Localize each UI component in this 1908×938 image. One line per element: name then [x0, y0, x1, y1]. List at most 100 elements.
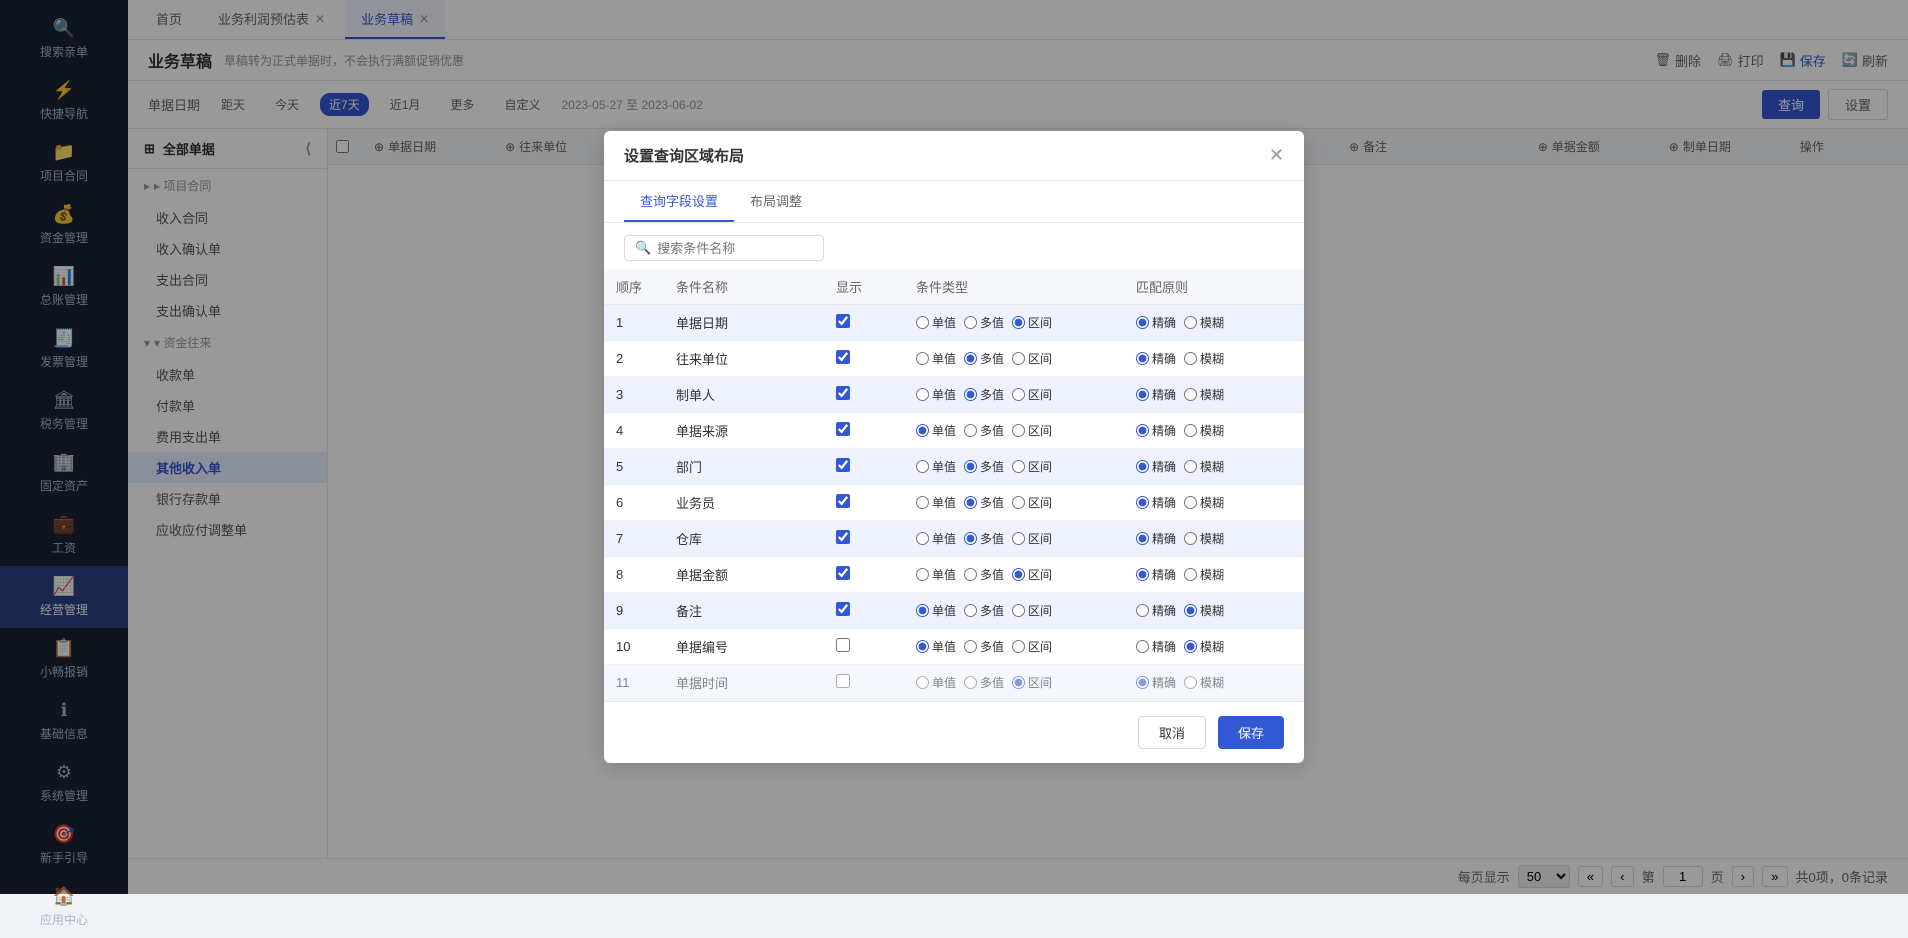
type-range-5[interactable]: 区间: [1012, 458, 1052, 475]
match-exact-3[interactable]: 精确: [1136, 386, 1176, 403]
display-checkbox-7[interactable]: [836, 530, 850, 547]
type-single-3[interactable]: 单值: [916, 386, 956, 403]
row-display-8: [824, 557, 904, 592]
row-display-7: [824, 521, 904, 556]
row-type-3: 单值 多值 区间: [904, 377, 1124, 412]
match-exact-9[interactable]: 精确: [1136, 602, 1176, 619]
display-checkbox-3[interactable]: [836, 386, 850, 403]
type-single-5[interactable]: 单值: [916, 458, 956, 475]
table-row: 4 单据来源 单值 多值 区间 精确 模糊: [604, 413, 1304, 449]
type-range-8[interactable]: 区间: [1012, 566, 1052, 583]
row-match-6: 精确 模糊: [1124, 485, 1304, 520]
type-multi-10[interactable]: 多值: [964, 638, 1004, 655]
row-name-11: 单据时间: [664, 665, 824, 700]
display-checkbox-9[interactable]: [836, 602, 850, 619]
type-single-9[interactable]: 单值: [916, 602, 956, 619]
type-single-10[interactable]: 单值: [916, 638, 956, 655]
dialog-tab-fields[interactable]: 查询字段设置: [624, 181, 734, 222]
match-exact-8[interactable]: 精确: [1136, 566, 1176, 583]
match-fuzzy-1[interactable]: 模糊: [1184, 314, 1224, 331]
type-single-7[interactable]: 单值: [916, 530, 956, 547]
type-range-1[interactable]: 区间: [1012, 314, 1052, 331]
row-display-1: [824, 305, 904, 340]
type-range-7[interactable]: 区间: [1012, 530, 1052, 547]
display-checkbox-2[interactable]: [836, 350, 850, 367]
row-name-8: 单据金额: [664, 557, 824, 592]
type-range-4[interactable]: 区间: [1012, 422, 1052, 439]
match-fuzzy-2[interactable]: 模糊: [1184, 350, 1224, 367]
type-single-11[interactable]: 单值: [916, 674, 956, 691]
type-multi-11[interactable]: 多值: [964, 674, 1004, 691]
row-order-11: 11: [604, 665, 664, 700]
display-checkbox-1[interactable]: [836, 314, 850, 331]
dialog-table: 顺序 条件名称 显示 条件类型 匹配原则 1 单据日期 单值 多值 区间: [604, 269, 1304, 701]
match-fuzzy-5[interactable]: 模糊: [1184, 458, 1224, 475]
table-row: 5 部门 单值 多值 区间 精确 模糊: [604, 449, 1304, 485]
type-multi-6[interactable]: 多值: [964, 494, 1004, 511]
type-multi-5[interactable]: 多值: [964, 458, 1004, 475]
type-single-4[interactable]: 单值: [916, 422, 956, 439]
row-match-11: 精确 模糊: [1124, 665, 1304, 700]
dialog-footer: 取消 保存: [604, 701, 1304, 763]
type-range-11[interactable]: 区间: [1012, 674, 1052, 691]
match-fuzzy-11[interactable]: 模糊: [1184, 674, 1224, 691]
type-multi-2[interactable]: 多值: [964, 350, 1004, 367]
dialog-tab-layout[interactable]: 布局调整: [734, 181, 818, 222]
match-fuzzy-9[interactable]: 模糊: [1184, 602, 1224, 619]
display-checkbox-10[interactable]: [836, 638, 850, 655]
match-exact-6[interactable]: 精确: [1136, 494, 1176, 511]
type-multi-4[interactable]: 多值: [964, 422, 1004, 439]
dialog-close-button[interactable]: ✕: [1269, 145, 1284, 166]
type-single-8[interactable]: 单值: [916, 566, 956, 583]
match-exact-7[interactable]: 精确: [1136, 530, 1176, 547]
match-radio-group-1: 精确 模糊: [1136, 314, 1224, 331]
dialog-search-input[interactable]: [657, 241, 813, 256]
type-range-10[interactable]: 区间: [1012, 638, 1052, 655]
match-exact-11[interactable]: 精确: [1136, 674, 1176, 691]
match-fuzzy-8[interactable]: 模糊: [1184, 566, 1224, 583]
table-row: 6 业务员 单值 多值 区间 精确 模糊: [604, 485, 1304, 521]
match-fuzzy-7[interactable]: 模糊: [1184, 530, 1224, 547]
row-name-4: 单据来源: [664, 413, 824, 448]
type-radio-group-2: 单值 多值 区间: [916, 350, 1052, 367]
type-single-6[interactable]: 单值: [916, 494, 956, 511]
dialog-overlay[interactable]: 设置查询区域布局 ✕ 查询字段设置 布局调整 🔍 顺序 条件名称 显示 条件类型…: [0, 0, 1908, 894]
type-range-3[interactable]: 区间: [1012, 386, 1052, 403]
type-multi-1[interactable]: 多值: [964, 314, 1004, 331]
match-fuzzy-3[interactable]: 模糊: [1184, 386, 1224, 403]
row-type-5: 单值 多值 区间: [904, 449, 1124, 484]
row-type-6: 单值 多值 区间: [904, 485, 1124, 520]
match-exact-5[interactable]: 精确: [1136, 458, 1176, 475]
match-fuzzy-4[interactable]: 模糊: [1184, 422, 1224, 439]
type-range-2[interactable]: 区间: [1012, 350, 1052, 367]
display-checkbox-8[interactable]: [836, 566, 850, 583]
row-display-9: [824, 593, 904, 628]
match-fuzzy-10[interactable]: 模糊: [1184, 638, 1224, 655]
match-exact-4[interactable]: 精确: [1136, 422, 1176, 439]
row-order-9: 9: [604, 593, 664, 628]
row-type-11: 单值 多值 区间: [904, 665, 1124, 700]
type-single-2[interactable]: 单值: [916, 350, 956, 367]
dialog-save-button[interactable]: 保存: [1218, 716, 1284, 749]
row-name-7: 仓库: [664, 521, 824, 556]
type-range-6[interactable]: 区间: [1012, 494, 1052, 511]
display-checkbox-4[interactable]: [836, 422, 850, 439]
display-checkbox-11[interactable]: [836, 674, 850, 691]
type-single-1[interactable]: 单值: [916, 314, 956, 331]
type-multi-9[interactable]: 多值: [964, 602, 1004, 619]
type-multi-7[interactable]: 多值: [964, 530, 1004, 547]
type-multi-8[interactable]: 多值: [964, 566, 1004, 583]
type-range-9[interactable]: 区间: [1012, 602, 1052, 619]
type-multi-3[interactable]: 多值: [964, 386, 1004, 403]
display-checkbox-6[interactable]: [836, 494, 850, 511]
cancel-button[interactable]: 取消: [1138, 716, 1206, 749]
match-exact-10[interactable]: 精确: [1136, 638, 1176, 655]
table-row: 3 制单人 单值 多值 区间 精确 模糊: [604, 377, 1304, 413]
display-checkbox-5[interactable]: [836, 458, 850, 475]
table-row: 1 单据日期 单值 多值 区间 精确 模糊: [604, 305, 1304, 341]
dialog-table-header: 顺序 条件名称 显示 条件类型 匹配原则: [604, 269, 1304, 305]
row-name-1: 单据日期: [664, 305, 824, 340]
match-exact-2[interactable]: 精确: [1136, 350, 1176, 367]
match-exact-1[interactable]: 精确: [1136, 314, 1176, 331]
match-fuzzy-6[interactable]: 模糊: [1184, 494, 1224, 511]
